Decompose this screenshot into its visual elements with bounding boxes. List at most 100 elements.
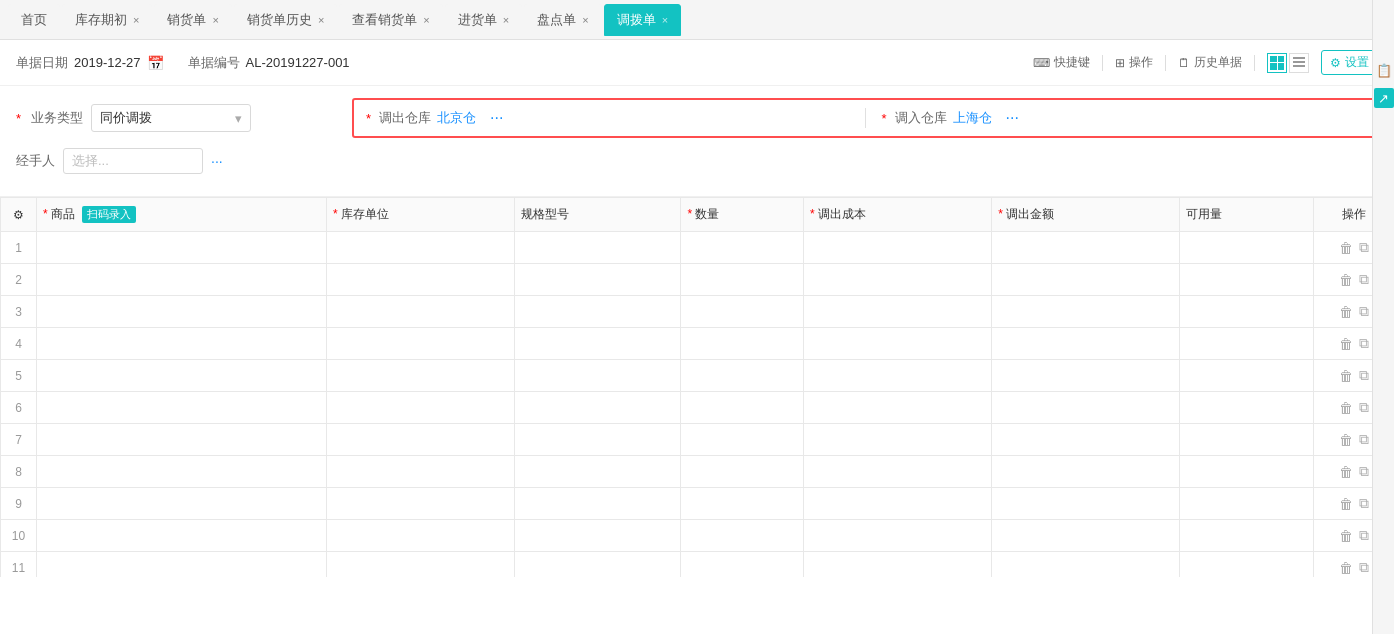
tab-inventory-init[interactable]: 库存期初 × [62, 4, 152, 36]
qty-cell[interactable] [681, 520, 804, 552]
sidebar-notes-icon[interactable]: 📋 [1374, 60, 1394, 80]
tab-sales-order-close[interactable]: × [212, 14, 218, 26]
tab-purchase-order[interactable]: 进货单 × [445, 4, 522, 36]
calendar-icon[interactable]: 📅 [147, 55, 164, 71]
available-cell[interactable] [1180, 232, 1314, 264]
unit-cell[interactable] [326, 520, 514, 552]
spec-cell[interactable] [515, 520, 681, 552]
tab-inventory-init-close[interactable]: × [133, 14, 139, 26]
delete-icon[interactable]: 🗑 [1339, 432, 1353, 448]
goods-cell[interactable] [37, 232, 327, 264]
goods-cell[interactable] [37, 328, 327, 360]
tab-inventory-check[interactable]: 盘点单 × [524, 4, 601, 36]
unit-cell[interactable] [326, 552, 514, 578]
biz-type-select[interactable]: 同价调拨 ▾ [91, 104, 251, 132]
qty-cell[interactable] [681, 424, 804, 456]
amount-cell[interactable] [992, 232, 1180, 264]
amount-cell[interactable] [992, 360, 1180, 392]
cost-cell[interactable] [804, 360, 992, 392]
qty-cell[interactable] [681, 456, 804, 488]
goods-cell[interactable] [37, 264, 327, 296]
unit-cell[interactable] [326, 264, 514, 296]
delete-icon[interactable]: 🗑 [1339, 560, 1353, 576]
available-cell[interactable] [1180, 552, 1314, 578]
delete-icon[interactable]: 🗑 [1339, 240, 1353, 256]
cost-cell[interactable] [804, 488, 992, 520]
layout-grid-icon[interactable] [1267, 53, 1287, 73]
available-cell[interactable] [1180, 360, 1314, 392]
cost-cell[interactable] [804, 392, 992, 424]
spec-cell[interactable] [515, 392, 681, 424]
spec-cell[interactable] [515, 424, 681, 456]
spec-cell[interactable] [515, 360, 681, 392]
spec-cell[interactable] [515, 296, 681, 328]
warehouse-in-more-icon[interactable]: ··· [1006, 109, 1019, 127]
available-cell[interactable] [1180, 296, 1314, 328]
operation-button[interactable]: ⊞ 操作 [1115, 54, 1153, 71]
delete-icon[interactable]: 🗑 [1339, 464, 1353, 480]
goods-cell[interactable] [37, 520, 327, 552]
unit-cell[interactable] [326, 424, 514, 456]
scan-badge[interactable]: 扫码录入 [82, 206, 136, 223]
qty-cell[interactable] [681, 552, 804, 578]
available-cell[interactable] [1180, 520, 1314, 552]
unit-cell[interactable] [326, 456, 514, 488]
qty-cell[interactable] [681, 296, 804, 328]
goods-cell[interactable] [37, 296, 327, 328]
qty-cell[interactable] [681, 392, 804, 424]
cost-cell[interactable] [804, 264, 992, 296]
spec-cell[interactable] [515, 488, 681, 520]
copy-icon[interactable]: ⧉ [1359, 431, 1369, 448]
goods-cell[interactable] [37, 456, 327, 488]
copy-icon[interactable]: ⧉ [1359, 399, 1369, 416]
qty-cell[interactable] [681, 328, 804, 360]
qty-cell[interactable] [681, 264, 804, 296]
delete-icon[interactable]: 🗑 [1339, 496, 1353, 512]
amount-cell[interactable] [992, 456, 1180, 488]
history-button[interactable]: 🗒 历史单据 [1178, 54, 1242, 71]
qty-cell[interactable] [681, 232, 804, 264]
amount-cell[interactable] [992, 392, 1180, 424]
available-cell[interactable] [1180, 456, 1314, 488]
copy-icon[interactable]: ⧉ [1359, 239, 1369, 256]
copy-icon[interactable]: ⧉ [1359, 271, 1369, 288]
amount-cell[interactable] [992, 424, 1180, 456]
unit-cell[interactable] [326, 360, 514, 392]
cost-cell[interactable] [804, 328, 992, 360]
unit-cell[interactable] [326, 328, 514, 360]
delete-icon[interactable]: 🗑 [1339, 304, 1353, 320]
copy-icon[interactable]: ⧉ [1359, 527, 1369, 544]
sidebar-expand-icon[interactable]: ↗ [1374, 88, 1394, 108]
spec-cell[interactable] [515, 232, 681, 264]
spec-cell[interactable] [515, 264, 681, 296]
tab-view-sales[interactable]: 查看销货单 × [339, 4, 442, 36]
copy-icon[interactable]: ⧉ [1359, 367, 1369, 384]
cost-cell[interactable] [804, 520, 992, 552]
cost-cell[interactable] [804, 424, 992, 456]
delete-icon[interactable]: 🗑 [1339, 368, 1353, 384]
unit-cell[interactable] [326, 392, 514, 424]
warehouse-out-value[interactable]: 北京仓 [437, 109, 476, 127]
tab-sales-history-close[interactable]: × [318, 14, 324, 26]
copy-icon[interactable]: ⧉ [1359, 559, 1369, 576]
shortcut-button[interactable]: ⌨ 快捷键 [1033, 54, 1090, 71]
goods-cell[interactable] [37, 360, 327, 392]
copy-icon[interactable]: ⧉ [1359, 335, 1369, 352]
spec-cell[interactable] [515, 552, 681, 578]
copy-icon[interactable]: ⧉ [1359, 303, 1369, 320]
warehouse-in-value[interactable]: 上海仓 [953, 109, 992, 127]
spec-cell[interactable] [515, 456, 681, 488]
unit-cell[interactable] [326, 488, 514, 520]
available-cell[interactable] [1180, 264, 1314, 296]
qty-cell[interactable] [681, 360, 804, 392]
copy-icon[interactable]: ⧉ [1359, 495, 1369, 512]
unit-cell[interactable] [326, 232, 514, 264]
available-cell[interactable] [1180, 488, 1314, 520]
cost-cell[interactable] [804, 296, 992, 328]
spec-cell[interactable] [515, 328, 681, 360]
delete-icon[interactable]: 🗑 [1339, 400, 1353, 416]
available-cell[interactable] [1180, 328, 1314, 360]
person-select[interactable]: 选择... [63, 148, 203, 174]
delete-icon[interactable]: 🗑 [1339, 272, 1353, 288]
cost-cell[interactable] [804, 552, 992, 578]
